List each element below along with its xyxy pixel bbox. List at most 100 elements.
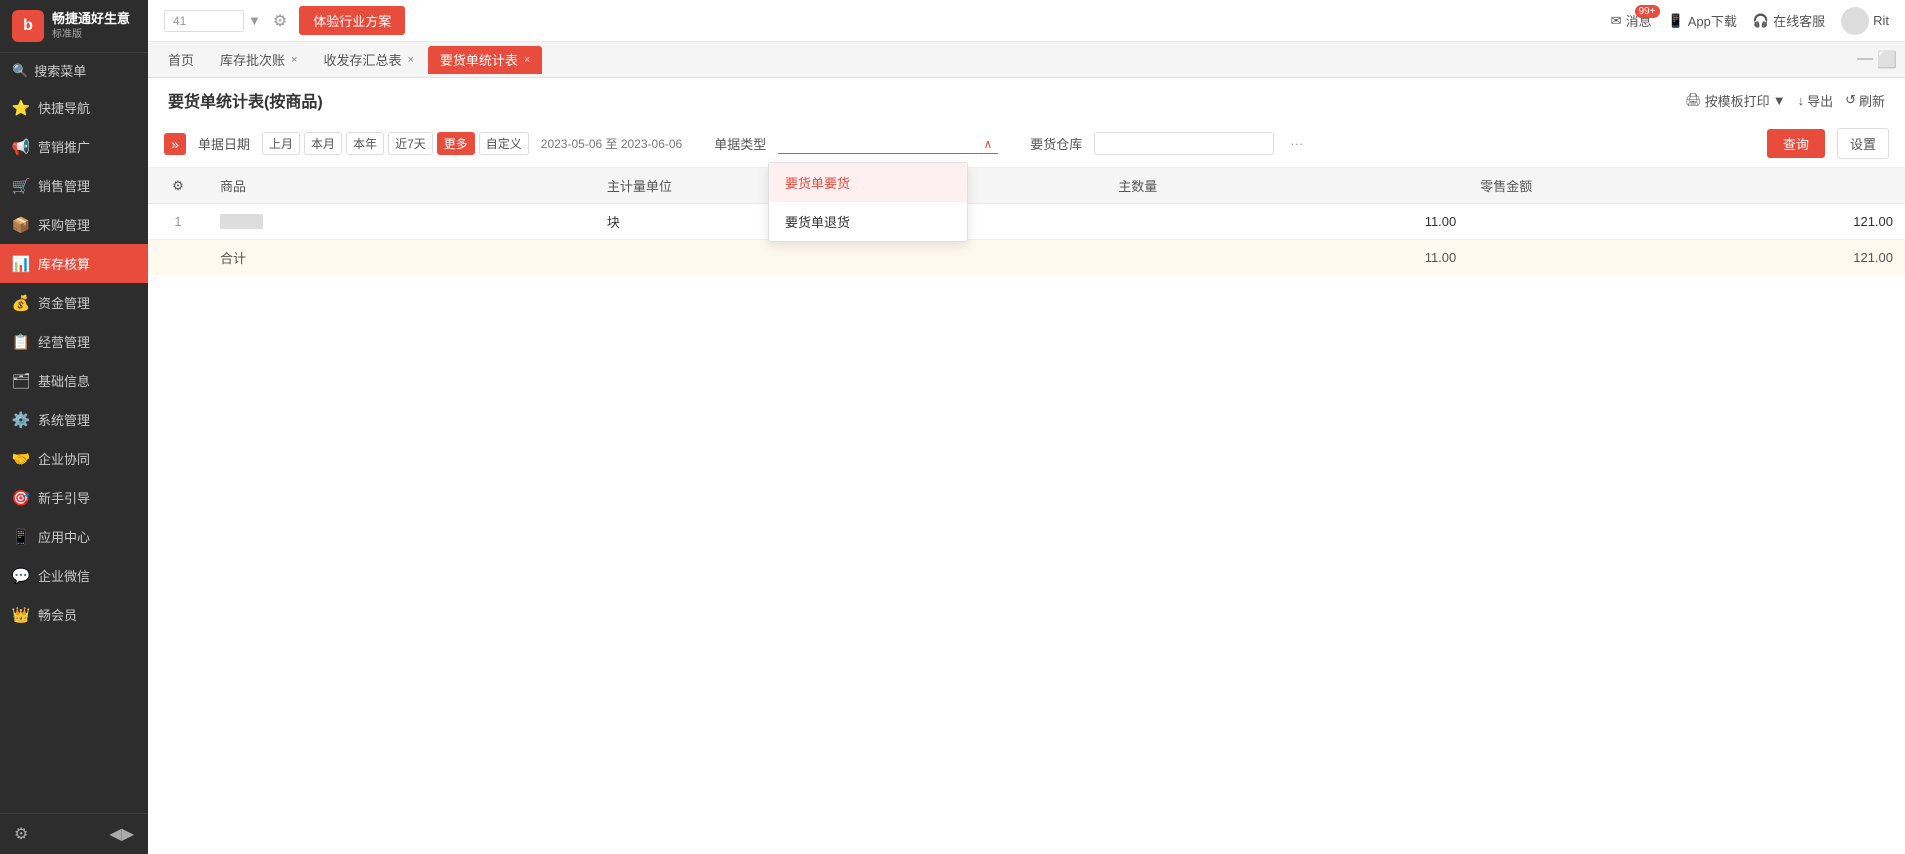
message-item[interactable]: ✉ 消息 99+ (1611, 11, 1652, 30)
megaphone-icon: 📢 (12, 138, 30, 156)
sidebar-item-sales[interactable]: 🛒 销售管理 (0, 166, 148, 205)
filter-area: » 单据日期 上月 本月 本年 近7天 更多 自定义 2023-05-06 至 … (148, 120, 1905, 168)
collapse-sidebar-icon[interactable]: ◀▶ (109, 824, 134, 844)
message-icon: ✉ (1611, 13, 1622, 29)
cell-amount: 121.00 (1468, 204, 1905, 240)
tab-batch-label: 库存批次账 (220, 50, 285, 69)
trial-industry-button[interactable]: 体验行业方案 (299, 6, 405, 35)
last-7-days-btn[interactable]: 近7天 (388, 132, 433, 155)
sidebar-item-quick-nav[interactable]: ⭐ 快捷导航 (0, 88, 148, 127)
sidebar-item-app-center[interactable]: 📱 应用中心 (0, 517, 148, 556)
tab-batch-close[interactable]: × (291, 54, 297, 66)
date-shortcuts: 上月 本月 本年 近7天 更多 自定义 (262, 132, 529, 155)
main-content: ▼ ⚙ 体验行业方案 ✉ 消息 99+ 📱 App下载 🎧 在线客服 Rit (148, 0, 1905, 854)
table-footer-row: 合计 11.00 121.00 (148, 240, 1905, 276)
print-label: 按模板打印 (1705, 91, 1770, 110)
sidebar-bottom: ⚙ ◀▶ (0, 813, 148, 854)
mobile-icon: 📱 (12, 528, 30, 546)
table-settings-icon[interactable]: ⚙ (172, 178, 184, 193)
refresh-action[interactable]: ↺ 刷新 (1845, 91, 1885, 110)
sidebar-item-base-info[interactable]: 🗂 基础信息 (0, 361, 148, 400)
this-month-btn[interactable]: 本月 (304, 132, 342, 155)
print-action[interactable]: 🖨 按模板打印 ▼ (1685, 91, 1785, 110)
sidebar-logo: b 畅捷通好生意 标准版 (0, 0, 148, 53)
tab-home-label: 首页 (168, 50, 194, 69)
tab-receive-close[interactable]: × (407, 54, 413, 66)
online-service-item[interactable]: 🎧 在线客服 (1753, 11, 1825, 30)
expand-filter-button[interactable]: » (164, 133, 186, 155)
export-action[interactable]: ↓ 导出 (1798, 91, 1834, 110)
sidebar-item-purchase[interactable]: 📦 采购管理 (0, 205, 148, 244)
tab-order-label: 要货单统计表 (440, 50, 518, 69)
settings-bottom-icon[interactable]: ⚙ (14, 824, 28, 844)
number-input[interactable] (164, 10, 244, 32)
header-number-area: ▼ (164, 10, 261, 32)
more-dates-btn[interactable]: 更多 (437, 132, 475, 155)
settings-button[interactable]: 设置 (1837, 128, 1889, 159)
app-download-item[interactable]: 📱 App下载 (1668, 11, 1737, 30)
sidebar-item-member[interactable]: 👑 畅会员 (0, 595, 148, 634)
nav-label: 销售管理 (38, 176, 90, 195)
sidebar: b 畅捷通好生意 标准版 🔍 搜索菜单 ⭐ 快捷导航 📢 营销推广 🛒 销售管理… (0, 0, 148, 854)
nav-label: 资金管理 (38, 293, 90, 312)
header-gear-icon[interactable]: ⚙ (273, 11, 287, 31)
logo-main: 畅捷通好生意 (52, 11, 130, 28)
prev-month-btn[interactable]: 上月 (262, 132, 300, 155)
warehouse-input[interactable] (1094, 132, 1274, 155)
export-label: 导出 (1807, 91, 1833, 110)
message-badge: 99+ (1635, 5, 1660, 18)
tab-minimize-icon[interactable]: — (1857, 50, 1873, 70)
crown-icon: 👑 (12, 606, 30, 624)
sidebar-item-marketing[interactable]: 📢 营销推广 (0, 127, 148, 166)
app-download-label: App下载 (1688, 11, 1737, 30)
dropdown-option-order-goods[interactable]: 要货单要货 (769, 163, 967, 202)
print-dropdown-icon[interactable]: ▼ (1773, 93, 1786, 108)
type-select-input[interactable] (778, 134, 998, 154)
nav-label: 畅会员 (38, 605, 77, 624)
sidebar-item-finance[interactable]: 💰 资金管理 (0, 283, 148, 322)
tab-order-stats[interactable]: 要货单统计表 × (428, 46, 542, 74)
dropdown-option-order-return[interactable]: 要货单退货 (769, 202, 967, 241)
user-name: Rit (1873, 13, 1889, 28)
nav-label: 基础信息 (38, 371, 90, 390)
query-button[interactable]: 查询 (1767, 129, 1825, 158)
clipboard-icon: 📋 (12, 333, 30, 351)
sidebar-search[interactable]: 🔍 搜索菜单 (0, 53, 148, 88)
user-area[interactable]: Rit (1841, 7, 1889, 35)
tab-order-close[interactable]: × (524, 54, 530, 66)
nav-label: 企业协同 (38, 449, 90, 468)
col-header-amount: 零售金额 (1468, 168, 1905, 204)
star-icon: ⭐ (12, 99, 30, 117)
page-title: 要货单统计表(按商品) (168, 88, 323, 112)
col-header-product: 商品 (208, 168, 595, 204)
sidebar-item-enterprise[interactable]: 🤝 企业协同 (0, 439, 148, 478)
col-header-settings[interactable]: ⚙ (148, 168, 208, 204)
tab-receive-summary[interactable]: 收发存汇总表 × (311, 46, 425, 74)
search-label: 搜索菜单 (34, 61, 86, 80)
tab-receive-label: 收发存汇总表 (323, 50, 401, 69)
nav-label: 新手引导 (38, 488, 90, 507)
sidebar-item-inventory[interactable]: 📊 库存核算 (0, 244, 148, 283)
tab-maximize-icon[interactable]: ⬜ (1877, 50, 1897, 70)
footer-empty-1 (148, 240, 208, 276)
cart-icon: 🛒 (12, 177, 30, 195)
sidebar-item-guide[interactable]: 🎯 新手引导 (0, 478, 148, 517)
footer-label: 合计 (208, 240, 595, 276)
search-icon: 🔍 (12, 63, 28, 79)
number-dropdown-icon[interactable]: ▼ (248, 13, 261, 28)
tab-batch-account[interactable]: 库存批次账 × (208, 46, 309, 74)
this-year-btn[interactable]: 本年 (346, 132, 384, 155)
warehouse-more-icon[interactable]: ··· (1290, 136, 1303, 151)
table-header-row: ⚙ 商品 主计量单位 主数量 零售金额 (148, 168, 1905, 204)
custom-date-btn[interactable]: 自定义 (479, 132, 529, 155)
box-icon: 📦 (12, 216, 30, 234)
date-range-value: 2023-05-06 至 2023-06-06 (541, 135, 682, 152)
sidebar-item-system[interactable]: ⚙️ 系统管理 (0, 400, 148, 439)
target-icon: 🎯 (12, 489, 30, 507)
sidebar-item-wechat[interactable]: 💬 企业微信 (0, 556, 148, 595)
sidebar-item-operations[interactable]: 📋 经营管理 (0, 322, 148, 361)
refresh-icon: ↺ (1845, 92, 1856, 108)
logo-sub: 标准版 (52, 28, 130, 41)
tab-home[interactable]: 首页 (156, 46, 206, 74)
nav-label: 企业微信 (38, 566, 90, 585)
